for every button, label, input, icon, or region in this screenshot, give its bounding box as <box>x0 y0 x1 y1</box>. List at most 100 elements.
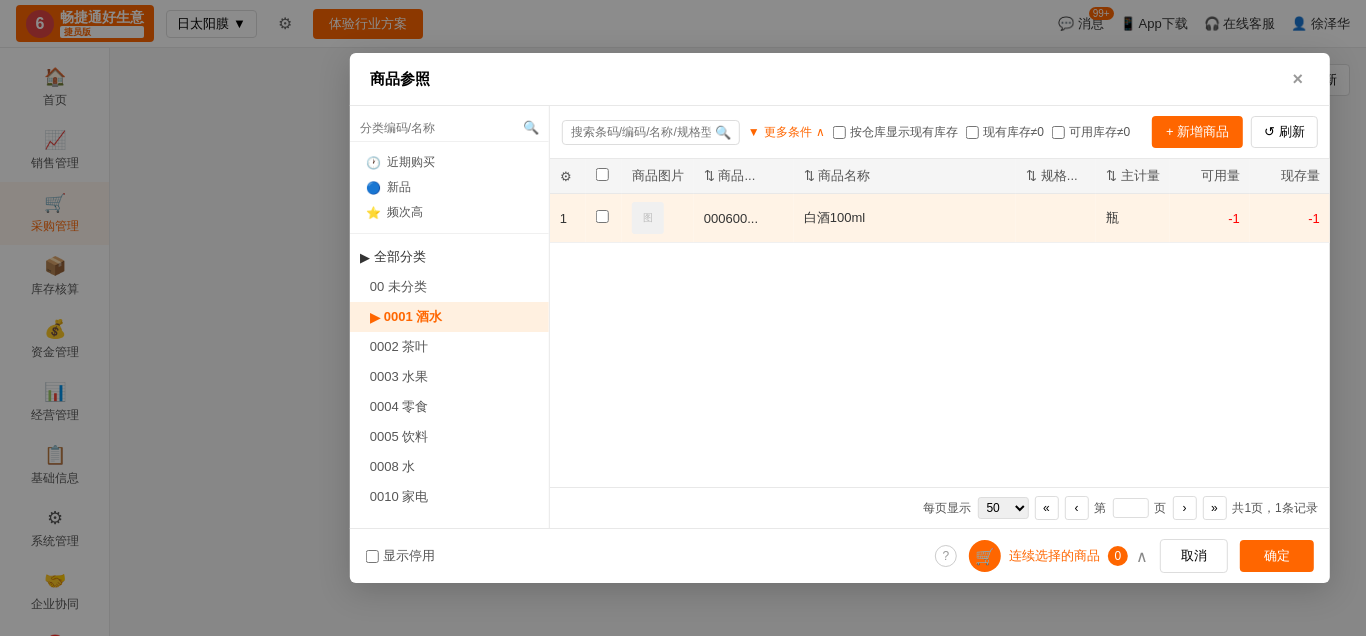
pagination: 每页显示 50 100 « ‹ 第 1 页 › » 共1页，1条记录 <box>550 487 1330 528</box>
first-page-button[interactable]: « <box>1034 496 1058 520</box>
available-stock-checkbox[interactable]: 可用库存≠0 <box>1052 124 1130 141</box>
search-icon[interactable]: 🔍 <box>523 120 539 135</box>
col-stock-label: 现存量 <box>1281 168 1320 183</box>
category-search-area: 🔍 <box>350 114 549 142</box>
table-row[interactable]: 1 图 000600... 白酒100ml 瓶 -1 -1 <box>550 194 1330 243</box>
new-icon: 🔵 <box>366 181 381 195</box>
col-available: 可用量 <box>1170 159 1250 194</box>
help-icon[interactable]: ? <box>935 545 957 567</box>
show-disabled-check[interactable] <box>366 550 379 563</box>
sort-icon: ⇅ <box>1026 168 1037 183</box>
triangle-right-icon: ▶ <box>370 310 380 325</box>
warehouse-stock-checkbox[interactable]: 按仓库显示现有库存 <box>833 124 958 141</box>
row-product-name: 白酒100ml <box>794 194 1016 243</box>
triangle-right-icon: ▶ <box>360 250 370 265</box>
quick-recent-purchases[interactable]: 🕐 近期购买 <box>360 150 539 175</box>
current-stock-label: 现有库存≠0 <box>983 124 1044 141</box>
cancel-button[interactable]: 取消 <box>1160 539 1228 573</box>
col-unit[interactable]: ⇅ 主计量 <box>1096 159 1170 194</box>
cat-item-label: 0001 酒水 <box>384 308 443 326</box>
product-panel: 🔍 ▼ 更多条件 ∧ 按仓库显示现有库存 现有库存≠0 可用库存≠0 <box>550 106 1330 528</box>
prev-page-button[interactable]: ‹ <box>1064 496 1088 520</box>
col-product-name[interactable]: ⇅ 商品名称 <box>794 159 1016 194</box>
footer-right: ? 🛒 连续选择的商品 0 ∧ 取消 确定 <box>935 539 1314 573</box>
category-item-2[interactable]: 0002 茶叶 <box>350 332 549 362</box>
collapse-up-icon[interactable]: ∧ <box>1136 547 1148 566</box>
category-item-0[interactable]: 00 未分类 <box>350 272 549 302</box>
sort-icon: ⇅ <box>704 168 715 183</box>
row-checkbox[interactable] <box>586 194 622 243</box>
row-available: -1 <box>1170 194 1250 243</box>
add-product-button[interactable]: + 新增商品 <box>1152 116 1243 148</box>
refresh-button[interactable]: ↺ 刷新 <box>1251 116 1318 148</box>
product-search-box: 🔍 <box>562 120 740 145</box>
category-item-3[interactable]: 0003 水果 <box>350 362 549 392</box>
category-item-4[interactable]: 0004 零食 <box>350 392 549 422</box>
show-disabled-label: 显示停用 <box>383 547 435 565</box>
table-header-row: ⚙ 商品图片 ⇅ 商品... ⇅ 商品名称 <box>550 159 1330 194</box>
cat-item-label: 0002 茶叶 <box>370 339 429 354</box>
category-search-input[interactable] <box>360 121 519 135</box>
footer-left: 显示停用 <box>366 547 435 565</box>
quick-new-products[interactable]: 🔵 新品 <box>360 175 539 200</box>
col-spec-label: 规格... <box>1041 168 1078 183</box>
current-stock-check[interactable] <box>966 126 979 139</box>
category-item-7[interactable]: 0010 家电 <box>350 482 549 512</box>
per-page-select[interactable]: 50 100 <box>977 497 1028 519</box>
page-label: 第 <box>1094 500 1106 517</box>
per-page-label: 每页显示 <box>923 500 971 517</box>
category-item-1[interactable]: ▶ 0001 酒水 <box>350 302 549 332</box>
cat-item-label: 0010 家电 <box>370 489 429 504</box>
select-all-checkbox[interactable] <box>596 168 609 181</box>
filter-arrow-icon: ∧ <box>816 125 825 139</box>
row-unit: 瓶 <box>1096 194 1170 243</box>
col-product-code[interactable]: ⇅ 商品... <box>694 159 794 194</box>
modal-close-button[interactable]: × <box>1286 67 1310 91</box>
col-product-spec[interactable]: ⇅ 规格... <box>1016 159 1096 194</box>
toolbar-right: + 新增商品 ↺ 刷新 <box>1152 116 1318 148</box>
clock-icon: 🕐 <box>366 156 381 170</box>
row-product-spec <box>1016 194 1096 243</box>
quick-item-label: 频次高 <box>387 204 423 221</box>
category-item-5[interactable]: 0005 饮料 <box>350 422 549 452</box>
all-categories-label: 全部分类 <box>374 248 426 266</box>
col-settings[interactable]: ⚙ <box>550 159 586 194</box>
search-icon[interactable]: 🔍 <box>715 125 731 140</box>
total-pages: 共1页，1条记录 <box>1232 500 1317 517</box>
available-stock-check[interactable] <box>1052 126 1065 139</box>
product-search-input[interactable] <box>571 125 711 139</box>
cat-item-label: 0005 饮料 <box>370 429 429 444</box>
cart-count: 0 <box>1108 546 1128 566</box>
current-stock-checkbox[interactable]: 现有库存≠0 <box>966 124 1044 141</box>
modal-header: 商品参照 × <box>350 53 1330 106</box>
product-img-placeholder: 图 <box>632 202 664 234</box>
warehouse-stock-label: 按仓库显示现有库存 <box>850 124 958 141</box>
confirm-button[interactable]: 确定 <box>1240 540 1314 572</box>
cat-item-label: 0003 水果 <box>370 369 429 384</box>
row-product-code: 000600... <box>694 194 794 243</box>
col-select-all[interactable] <box>586 159 622 194</box>
more-filters-button[interactable]: ▼ 更多条件 ∧ <box>748 124 825 141</box>
quick-item-label: 近期购买 <box>387 154 435 171</box>
modal-title: 商品参照 <box>370 70 430 89</box>
last-page-button[interactable]: » <box>1202 496 1226 520</box>
product-reference-modal: 商品参照 × 🔍 🕐 近期购买 🔵 新品 ⭐ 频次高 <box>350 53 1330 583</box>
category-panel: 🔍 🕐 近期购买 🔵 新品 ⭐ 频次高 ▶ 全部分类 <box>350 106 550 528</box>
cart-icon[interactable]: 🛒 <box>969 540 1001 572</box>
warehouse-stock-check[interactable] <box>833 126 846 139</box>
filter-icon: ▼ <box>748 125 760 139</box>
available-stock-label: 可用库存≠0 <box>1069 124 1130 141</box>
row-select-checkbox[interactable] <box>596 210 609 223</box>
product-data-table: ⚙ 商品图片 ⇅ 商品... ⇅ 商品名称 <box>550 159 1330 243</box>
sort-icon: ⇅ <box>1106 168 1117 183</box>
star-icon: ⭐ <box>366 206 381 220</box>
collapse-panel-button[interactable]: « <box>549 297 550 337</box>
all-categories-toggle[interactable]: ▶ 全部分类 <box>350 242 549 272</box>
col-avail-label: 可用量 <box>1201 168 1240 183</box>
col-product-image: 商品图片 <box>622 159 694 194</box>
next-page-button[interactable]: › <box>1172 496 1196 520</box>
category-item-6[interactable]: 0008 水 <box>350 452 549 482</box>
quick-high-frequency[interactable]: ⭐ 频次高 <box>360 200 539 225</box>
show-disabled-checkbox[interactable]: 显示停用 <box>366 547 435 565</box>
page-number-input[interactable]: 1 <box>1112 498 1148 518</box>
